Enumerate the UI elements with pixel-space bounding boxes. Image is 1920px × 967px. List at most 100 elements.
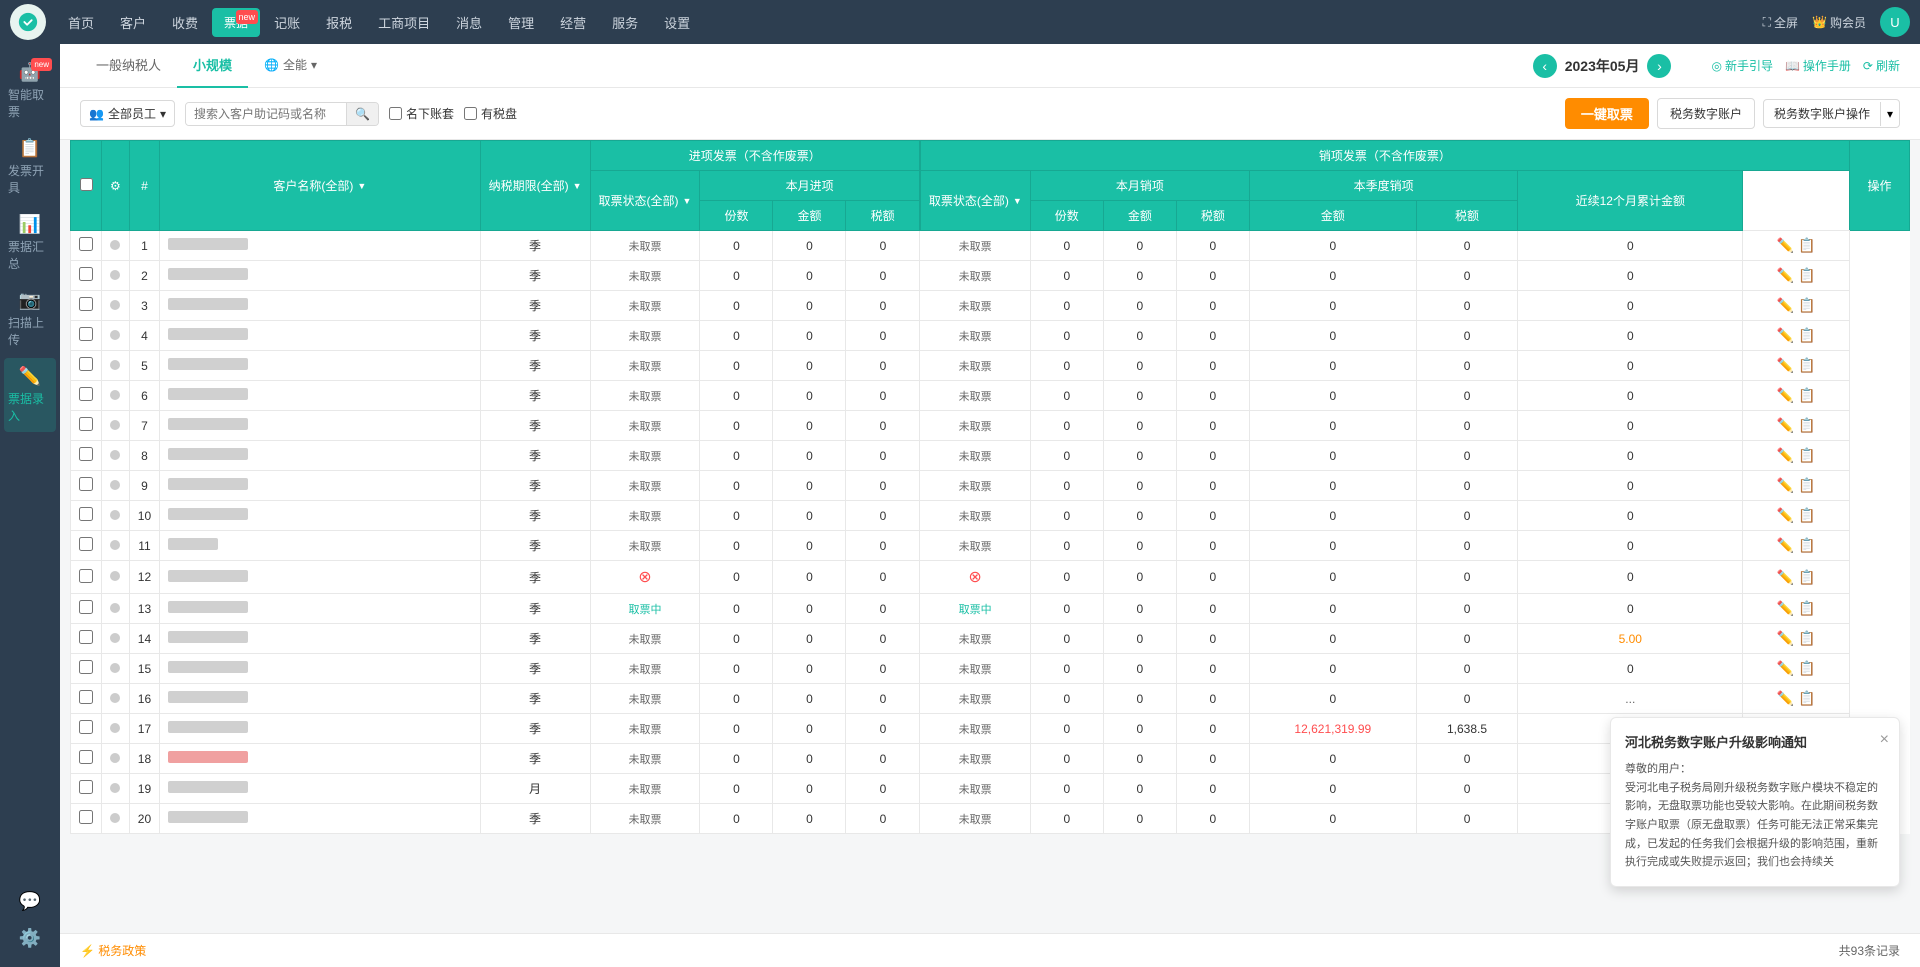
th-client-name[interactable]: 客户名称(全部) ▼ — [160, 141, 480, 231]
copy-icon[interactable]: 📋 — [1798, 690, 1815, 706]
prev-month-btn[interactable]: ‹ — [1533, 54, 1557, 78]
copy-icon[interactable]: 📋 — [1798, 327, 1815, 343]
row-checkbox[interactable] — [79, 660, 93, 674]
edit-icon[interactable]: ✏️ — [1777, 327, 1794, 343]
underaccount-checkbox[interactable] — [389, 107, 402, 120]
tax-policy-link[interactable]: ⚡ 税务政策 — [80, 942, 146, 959]
tab-general-taxpayer[interactable]: 一般纳税人 — [80, 44, 177, 88]
copy-icon[interactable]: 📋 — [1798, 569, 1815, 585]
user-avatar[interactable]: U — [1880, 7, 1910, 37]
copy-icon[interactable]: 📋 — [1798, 237, 1815, 253]
row-checkbox[interactable] — [79, 327, 93, 341]
th-tax-period[interactable]: 纳税期限(全部) ▼ — [480, 141, 590, 231]
row-checkbox[interactable] — [79, 267, 93, 281]
row-checkbox[interactable] — [79, 810, 93, 824]
sidebar-item-ticket-summary[interactable]: 📊 票据汇总 — [4, 206, 56, 280]
taxdisk-checkbox-label[interactable]: 有税盘 — [464, 105, 517, 122]
nav-messages[interactable]: 消息 — [444, 7, 494, 38]
sidebar-item-smart-ticket[interactable]: 🤖 智能取票 new — [4, 54, 56, 128]
row-checkbox[interactable] — [79, 357, 93, 371]
nav-tickets[interactable]: 票据 new — [212, 8, 260, 37]
edit-icon[interactable]: ✏️ — [1777, 507, 1794, 523]
row-checkbox[interactable] — [79, 297, 93, 311]
row-checkbox[interactable] — [79, 780, 93, 794]
operation-manual[interactable]: 📖 操作手册 — [1785, 57, 1851, 74]
tax-account-op-dropdown[interactable]: ▾ — [1880, 102, 1899, 126]
copy-icon[interactable]: 📋 — [1798, 387, 1815, 403]
search-button[interactable]: 🔍 — [346, 103, 378, 125]
copy-icon[interactable]: 📋 — [1798, 660, 1815, 676]
edit-icon[interactable]: ✏️ — [1777, 297, 1794, 313]
row-checkbox[interactable] — [79, 507, 93, 521]
tax-period-filter[interactable]: 纳税期限(全部) ▼ — [489, 177, 582, 194]
copy-icon[interactable]: 📋 — [1798, 600, 1815, 616]
row-checkbox[interactable] — [79, 720, 93, 734]
edit-icon[interactable]: ✏️ — [1777, 690, 1794, 706]
employee-select[interactable]: 👥 全部员工 ▾ — [80, 100, 175, 127]
copy-icon[interactable]: 📋 — [1798, 357, 1815, 373]
copy-icon[interactable]: 📋 — [1798, 477, 1815, 493]
edit-icon[interactable]: ✏️ — [1777, 387, 1794, 403]
nav-settings[interactable]: 设置 — [652, 7, 702, 38]
tab-small-scale[interactable]: 小规模 — [177, 44, 248, 88]
one-click-ticket-btn[interactable]: 一键取票 — [1565, 98, 1649, 129]
edit-icon[interactable]: ✏️ — [1777, 267, 1794, 283]
copy-icon[interactable]: 📋 — [1798, 630, 1815, 646]
nav-tax[interactable]: 报税 — [314, 7, 364, 38]
fullscreen-btn[interactable]: ⛶ 全屏 — [1763, 14, 1798, 31]
copy-icon[interactable]: 📋 — [1798, 507, 1815, 523]
copy-icon[interactable]: 📋 — [1798, 417, 1815, 433]
sidebar-item-config[interactable]: ⚙️ — [4, 920, 56, 957]
copy-icon[interactable]: 📋 — [1798, 447, 1815, 463]
sidebar-item-ticket-entry[interactable]: ✏️ 票据录入 — [4, 358, 56, 432]
edit-icon[interactable]: ✏️ — [1777, 357, 1794, 373]
row-checkbox[interactable] — [79, 537, 93, 551]
row-checkbox[interactable] — [79, 750, 93, 764]
copy-icon[interactable]: 📋 — [1798, 297, 1815, 313]
row-checkbox[interactable] — [79, 630, 93, 644]
tax-digital-account-btn[interactable]: 税务数字账户 — [1657, 98, 1755, 129]
nav-business[interactable]: 工商项目 — [366, 7, 442, 38]
vip-btn[interactable]: 👑 购会员 — [1812, 14, 1866, 31]
nav-home[interactable]: 首页 — [56, 7, 106, 38]
edit-icon[interactable]: ✏️ — [1777, 537, 1794, 553]
row-checkbox[interactable] — [79, 569, 93, 583]
copy-icon[interactable]: 📋 — [1798, 267, 1815, 283]
th-outcome-status[interactable]: 取票状态(全部) ▼ — [920, 171, 1030, 231]
edit-icon[interactable]: ✏️ — [1777, 660, 1794, 676]
row-checkbox[interactable] — [79, 477, 93, 491]
edit-icon[interactable]: ✏️ — [1777, 417, 1794, 433]
th-income-status[interactable]: 取票状态(全部) ▼ — [590, 171, 700, 231]
row-checkbox[interactable] — [79, 417, 93, 431]
copy-icon[interactable]: 📋 — [1798, 537, 1815, 553]
edit-icon[interactable]: ✏️ — [1777, 477, 1794, 493]
refresh-btn[interactable]: ⟳ 刷新 — [1863, 57, 1900, 74]
edit-icon[interactable]: ✏️ — [1777, 630, 1794, 646]
new-user-guide[interactable]: ◎ 新手引导 — [1711, 57, 1773, 74]
underaccount-checkbox-label[interactable]: 名下账套 — [389, 105, 454, 122]
select-all-checkbox[interactable] — [80, 178, 93, 191]
search-input[interactable] — [186, 103, 346, 125]
row-checkbox[interactable] — [79, 600, 93, 614]
edit-icon[interactable]: ✏️ — [1777, 600, 1794, 616]
nav-clients[interactable]: 客户 — [108, 7, 158, 38]
taxdisk-checkbox[interactable] — [464, 107, 477, 120]
edit-icon[interactable]: ✏️ — [1777, 569, 1794, 585]
edit-icon[interactable]: ✏️ — [1777, 447, 1794, 463]
nav-billing[interactable]: 收费 — [160, 7, 210, 38]
tab-all[interactable]: 🌐 全能 ▾ — [248, 44, 333, 87]
row-checkbox[interactable] — [79, 690, 93, 704]
nav-service[interactable]: 服务 — [600, 7, 650, 38]
sidebar-item-scan-upload[interactable]: 📷 扫描上传 — [4, 282, 56, 356]
row-checkbox[interactable] — [79, 447, 93, 461]
client-name-filter[interactable]: 客户名称(全部) ▼ — [273, 177, 366, 194]
edit-icon[interactable]: ✏️ — [1777, 237, 1794, 253]
nav-accounting[interactable]: 记账 — [262, 7, 312, 38]
row-checkbox[interactable] — [79, 237, 93, 251]
nav-operations[interactable]: 经营 — [548, 7, 598, 38]
notification-close-btn[interactable]: × — [1880, 726, 1889, 753]
sidebar-item-invoice-issue[interactable]: 📋 发票开具 — [4, 130, 56, 204]
sidebar-item-chat[interactable]: 💬 — [4, 883, 56, 920]
nav-management[interactable]: 管理 — [496, 7, 546, 38]
row-checkbox[interactable] — [79, 387, 93, 401]
